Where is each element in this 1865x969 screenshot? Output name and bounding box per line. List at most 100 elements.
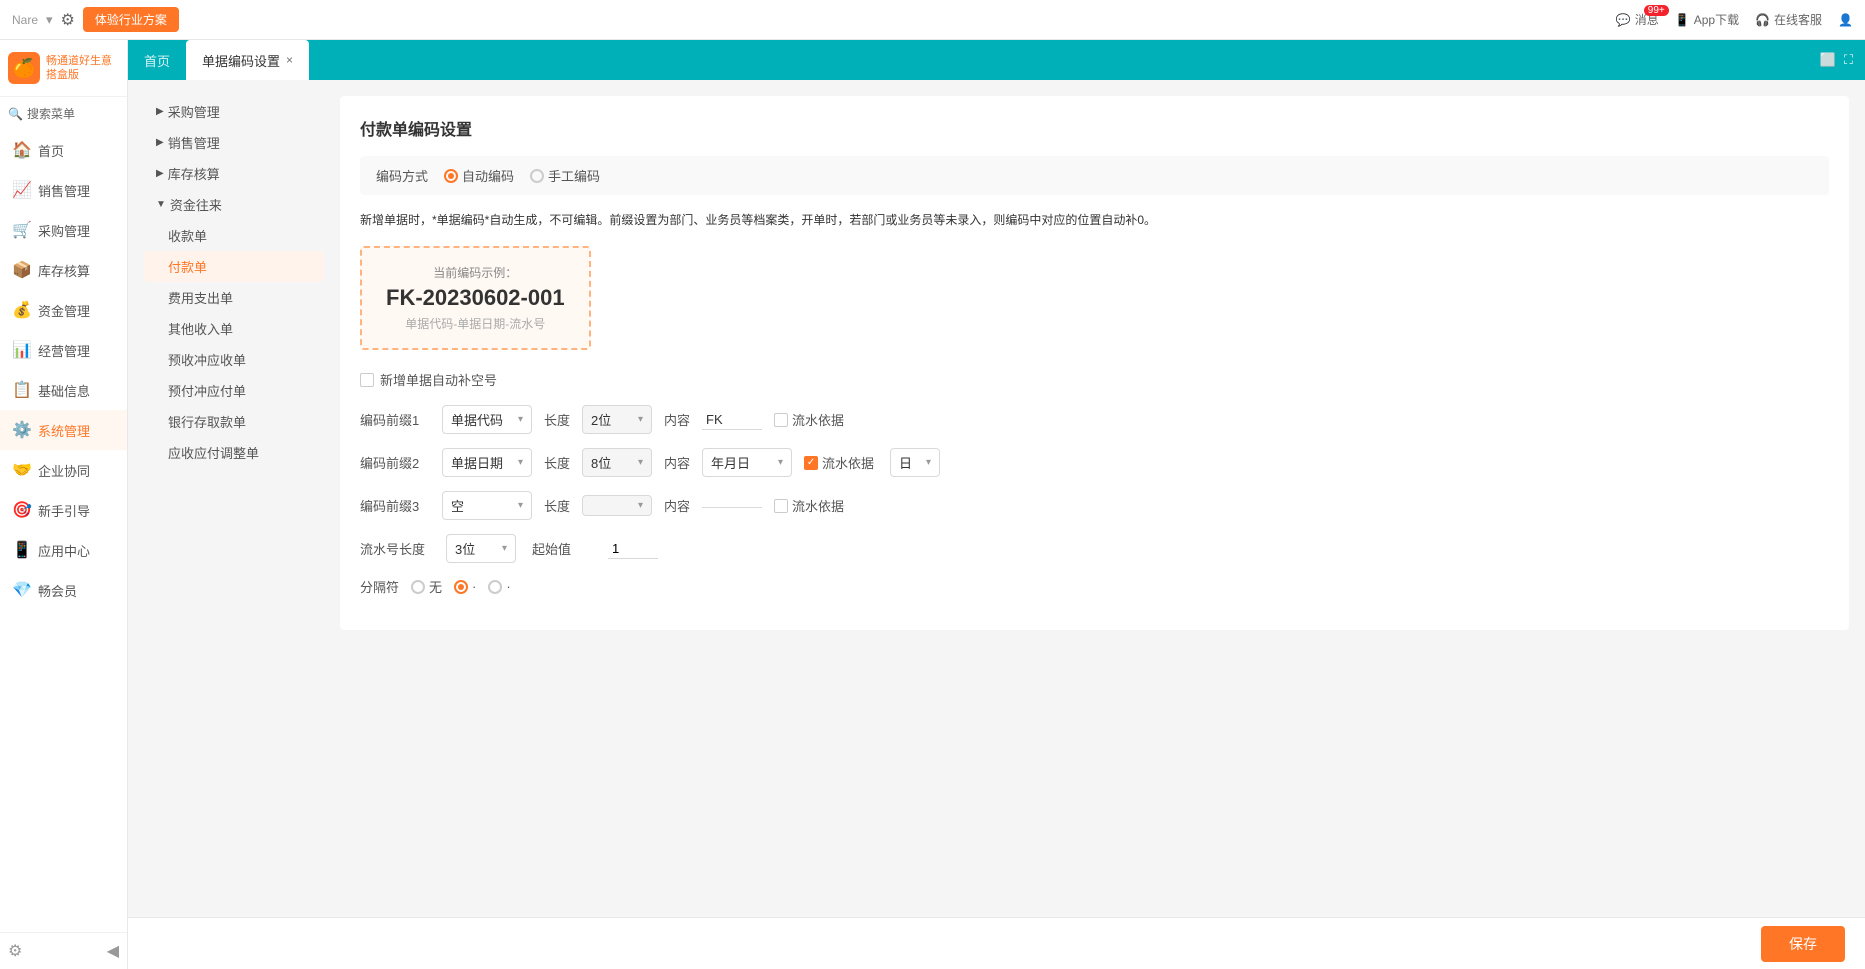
day-select[interactable]: 日 ▾ bbox=[890, 448, 940, 477]
auto-fill-checkbox[interactable] bbox=[360, 373, 374, 387]
length1-label: 长度 bbox=[544, 410, 570, 429]
manual-encode-radio[interactable]: 手工编码 bbox=[530, 166, 600, 185]
sidebar-item-guide[interactable]: 🎯 新手引导 bbox=[0, 490, 127, 530]
encode-method-label: 编码方式 bbox=[376, 166, 428, 185]
coop-icon: 🤝 bbox=[12, 460, 32, 480]
menu-item-other-income[interactable]: 其他收入单 bbox=[144, 313, 324, 344]
menu-item-inventory[interactable]: ▶ 库存核算 bbox=[144, 158, 324, 189]
sidebar-item-base[interactable]: 📋 基础信息 bbox=[0, 370, 127, 410]
length2-value: 8位 bbox=[591, 453, 611, 472]
menu-item-sales[interactable]: ▶ 销售管理 bbox=[144, 127, 324, 158]
content2-select[interactable]: 年月日 ▾ bbox=[702, 448, 792, 477]
prefix2-select[interactable]: 单据日期 ▾ bbox=[442, 448, 532, 477]
settings-icon[interactable]: ⚙ bbox=[61, 10, 75, 30]
start-value-input[interactable] bbox=[608, 539, 658, 559]
separator-row: 分隔符 无 · bbox=[360, 577, 1829, 596]
sidebar-item-coop[interactable]: 🤝 企业协同 bbox=[0, 450, 127, 490]
user-avatar[interactable]: 👤 bbox=[1838, 13, 1853, 27]
settings-bottom-icon[interactable]: ⚙ bbox=[8, 941, 22, 961]
sidebar-item-inventory[interactable]: 📦 库存核算 bbox=[0, 250, 127, 290]
sep-none-dot bbox=[411, 580, 425, 594]
save-button[interactable]: 保存 bbox=[1761, 926, 1845, 962]
separator-options: 无 · · bbox=[411, 577, 511, 596]
page-title: 付款单编码设置 bbox=[360, 116, 1829, 140]
prefix1-select[interactable]: 单据代码 ▾ bbox=[442, 405, 532, 434]
sep-option-none[interactable]: 无 bbox=[411, 577, 442, 596]
waterfall1-checkbox[interactable] bbox=[774, 413, 788, 427]
tab-minimize-icon[interactable]: ⬜ bbox=[1820, 52, 1836, 68]
serial-row: 流水号长度 3位 ▾ 起始值 bbox=[360, 534, 1829, 563]
tab-encode-setting[interactable]: 单据编码设置 × bbox=[186, 40, 309, 80]
prefix2-arrow-icon: ▾ bbox=[518, 457, 523, 468]
auto-fill-row: 新增单据自动补空号 bbox=[360, 370, 1829, 389]
sidebar-bottom: ⚙ ◀ bbox=[0, 932, 127, 969]
menu-item-expense[interactable]: 费用支出单 bbox=[144, 282, 324, 313]
dropdown-arrow-icon[interactable]: ▾ bbox=[46, 12, 53, 28]
length1-value: 2位 bbox=[591, 410, 611, 429]
sidebar-item-member[interactable]: 💎 畅会员 bbox=[0, 570, 127, 610]
serial-arrow-icon: ▾ bbox=[502, 543, 507, 554]
length2-arrow-icon: ▾ bbox=[638, 457, 643, 468]
page-content: ▶ 采购管理 ▶ 销售管理 ▶ 库存核算 ▼ 资金往来 bbox=[128, 80, 1865, 917]
sidebar-item-finance[interactable]: 💰 资金管理 bbox=[0, 290, 127, 330]
prefix1-label: 编码前缀1 bbox=[360, 410, 430, 429]
waterfall1-check[interactable]: 流水依据 bbox=[774, 410, 844, 429]
prefix2-value: 单据日期 bbox=[451, 453, 503, 472]
content3-label: 内容 bbox=[664, 496, 690, 515]
prefix-row-1: 编码前缀1 单据代码 ▾ 长度 2位 ▾ 内容 FK bbox=[360, 405, 1829, 434]
purchase-icon: 🛒 bbox=[12, 220, 32, 240]
sidebar-item-system[interactable]: ⚙️ 系统管理 bbox=[0, 410, 127, 450]
waterfall3-check[interactable]: 流水依据 bbox=[774, 496, 844, 515]
waterfall2-checkbox[interactable]: ✓ bbox=[804, 456, 818, 470]
serial-length-select[interactable]: 3位 ▾ bbox=[446, 534, 516, 563]
sidebar-item-operations[interactable]: 📊 经营管理 bbox=[0, 330, 127, 370]
menu-item-ar-ap-adjust[interactable]: 应收应付调整单 bbox=[144, 437, 324, 468]
base-icon: 📋 bbox=[12, 380, 32, 400]
trial-button[interactable]: 体验行业方案 bbox=[83, 7, 179, 32]
app-download-button[interactable]: 📱 App下载 bbox=[1675, 11, 1739, 28]
search-menu[interactable]: 🔍 搜索菜单 bbox=[0, 97, 127, 130]
prefix3-select[interactable]: 空 ▾ bbox=[442, 491, 532, 520]
sidebar-item-apps[interactable]: 📱 应用中心 bbox=[0, 530, 127, 570]
menu-item-bank[interactable]: 银行存取款单 bbox=[144, 406, 324, 437]
content1-value: FK bbox=[702, 410, 762, 430]
serial-length-value: 3位 bbox=[455, 539, 475, 558]
prefix1-value: 单据代码 bbox=[451, 410, 503, 429]
menu-item-advance-receive[interactable]: 预收冲应收单 bbox=[144, 344, 324, 375]
sidebar-nav: 🏠 首页 📈 销售管理 🛒 采购管理 📦 库存核算 💰 资金管理 📊 经 bbox=[0, 130, 127, 932]
prefix2-label: 编码前缀2 bbox=[360, 453, 430, 472]
waterfall3-checkbox[interactable] bbox=[774, 499, 788, 513]
separator-label: 分隔符 bbox=[360, 577, 399, 596]
menu-item-receipt[interactable]: 收款单 bbox=[144, 220, 324, 251]
apps-icon: 📱 bbox=[12, 540, 32, 560]
sidebar-item-sales[interactable]: 📈 销售管理 bbox=[0, 170, 127, 210]
tab-home[interactable]: 首页 bbox=[128, 40, 186, 80]
menu-item-advance-pay[interactable]: 预付冲应付单 bbox=[144, 375, 324, 406]
message-button[interactable]: 💬 消息 99+ bbox=[1616, 11, 1659, 28]
length2-select[interactable]: 8位 ▾ bbox=[582, 448, 652, 477]
day-value: 日 bbox=[899, 453, 912, 472]
menu-item-purchase[interactable]: ▶ 采购管理 bbox=[144, 96, 324, 127]
sep-dot2-dot bbox=[488, 580, 502, 594]
tab-close-icon[interactable]: × bbox=[286, 53, 293, 67]
operations-icon: 📊 bbox=[12, 340, 32, 360]
menu-item-capital[interactable]: ▼ 资金往来 bbox=[144, 189, 324, 220]
length1-select[interactable]: 2位 ▾ bbox=[582, 405, 652, 434]
tab-expand-icon[interactable]: ⛶ bbox=[1844, 52, 1853, 68]
online-service-button[interactable]: 🎧 在线客服 bbox=[1755, 11, 1822, 28]
member-icon: 💎 bbox=[12, 580, 32, 600]
length3-select[interactable]: ▾ bbox=[582, 495, 652, 516]
prefix-row-3: 编码前缀3 空 ▾ 长度 ▾ 内容 bbox=[360, 491, 1829, 520]
menu-item-payment[interactable]: 付款单 bbox=[144, 251, 324, 282]
sidebar-item-home[interactable]: 🏠 首页 bbox=[0, 130, 127, 170]
sep-option-dot1[interactable]: · bbox=[454, 579, 476, 594]
collapse-icon[interactable]: ◀ bbox=[107, 941, 119, 961]
sidebar-item-purchase[interactable]: 🛒 采购管理 bbox=[0, 210, 127, 250]
app-download-icon: 📱 bbox=[1675, 13, 1690, 27]
finance-icon: 💰 bbox=[12, 300, 32, 320]
waterfall2-check[interactable]: ✓ 流水依据 bbox=[804, 453, 874, 472]
sep-option-dot2[interactable]: · bbox=[488, 579, 510, 594]
preview-code: FK-20230602-001 bbox=[386, 285, 565, 311]
auto-fill-label: 新增单据自动补空号 bbox=[380, 370, 497, 389]
auto-encode-radio[interactable]: 自动编码 bbox=[444, 166, 514, 185]
